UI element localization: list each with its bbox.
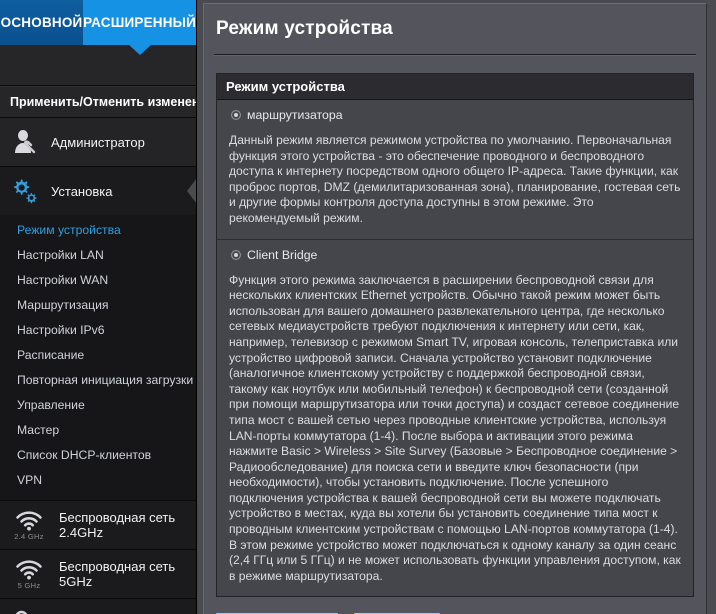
apply-cancel-changes-button[interactable]: Применить/Отменить изменения: 1 xyxy=(0,86,196,118)
wifi-icon: 2.4 GHz xyxy=(9,510,49,541)
sidebar-item-lan-settings-label: Настройки LAN xyxy=(17,247,104,262)
sidebar-item-administrator[interactable]: Администратор xyxy=(0,118,196,166)
tab-basic-label: ОСНОВНОЙ xyxy=(0,15,83,30)
radio-router[interactable]: маршрутизатора xyxy=(229,106,681,124)
mode-router-description: Данный режим является режимом устройства… xyxy=(229,133,681,225)
radio-button-icon[interactable] xyxy=(231,249,241,260)
apply-cancel-changes-label: Применить/Отменить изменения: 1 xyxy=(10,95,196,109)
sidebar-item-schedule-label: Расписание xyxy=(17,347,85,362)
sidebar-item-vpn[interactable]: VPN xyxy=(0,467,196,492)
sidebar-spacer xyxy=(0,45,196,86)
sidebar-item-device-mode-label: Режим устройства xyxy=(17,222,121,237)
sidebar-group-administrator: Администратор xyxy=(0,118,196,167)
panel-header-label: Режим устройства xyxy=(226,79,345,94)
sidebar-item-routing[interactable]: Маршрутизация xyxy=(0,292,196,317)
device-mode-panel: Режим устройства маршрутизатора Данный р… xyxy=(216,73,694,598)
title-divider xyxy=(214,54,696,55)
sidebar-item-ipv6-settings-label: Настройки IPv6 xyxy=(17,322,105,337)
mode-option-router: маршрутизатора Данный режим является реж… xyxy=(217,100,693,240)
wifi-band-label: 5 GHz xyxy=(17,580,41,590)
active-tab-notch-icon xyxy=(127,44,152,55)
radio-client-bridge-label: Client Bridge xyxy=(247,247,318,262)
sidebar-item-setup-label: Установка xyxy=(51,183,113,199)
sidebar-item-reboot-init[interactable]: Повторная инициация загрузки xyxy=(0,367,196,392)
sidebar-item-wireless-24-label: Беспроводная сеть 2.4GHz xyxy=(59,510,176,540)
sidebar-item-wan-settings-label: Настройки WAN xyxy=(17,272,109,287)
sidebar-item-ipv6-settings[interactable]: Настройки IPv6 xyxy=(0,317,196,342)
page-title: Режим устройства xyxy=(216,18,393,39)
sidebar-item-wireless-5-label: Беспроводная сеть 5GHz xyxy=(59,559,176,589)
sidebar-item-administrator-label: Администратор xyxy=(51,134,145,150)
sidebar-item-device-mode[interactable]: Режим устройства xyxy=(0,217,196,242)
content-frame: Режим устройства Режим устройства маршру… xyxy=(203,3,707,614)
sidebar-item-reboot-init-label: Повторная инициация загрузки xyxy=(17,372,194,387)
tab-advanced[interactable]: РАСШИРЕННЫЙ xyxy=(83,0,196,55)
sidebar-item-management[interactable]: Управление xyxy=(0,392,196,417)
sidebar-item-lan-settings[interactable]: Настройки LAN xyxy=(0,242,196,267)
sidebar-submenu-setup: Режим устройства Настройки LAN Настройки… xyxy=(0,215,196,500)
sidebar-item-dhcp-clients[interactable]: Список DHCP-клиентов xyxy=(0,442,196,467)
top-tabs: ОСНОВНОЙ РАСШИРЕННЫЙ xyxy=(0,0,196,55)
panel-header: Режим устройства xyxy=(217,74,693,100)
sidebar-item-wizard-label: Мастер xyxy=(17,422,60,437)
lock-icon: 1 xyxy=(9,606,41,614)
main-content: Режим устройства Режим устройства маршру… xyxy=(197,0,716,614)
sidebar-item-security[interactable]: 1 Безопасность xyxy=(0,599,196,614)
sidebar-item-wan-settings[interactable]: Настройки WAN xyxy=(0,267,196,292)
sidebar-item-vpn-label: VPN xyxy=(17,472,43,487)
gear-icon xyxy=(9,174,41,208)
router-admin-window: ОСНОВНОЙ РАСШИРЕННЫЙ Применить/Отменить … xyxy=(0,0,716,614)
sidebar-item-management-label: Управление xyxy=(17,397,85,412)
active-group-pointer-icon xyxy=(187,178,196,204)
sidebar-item-wireless-5[interactable]: 5 GHz Беспроводная сеть 5GHz xyxy=(0,550,196,598)
sidebar-item-setup[interactable]: Установка xyxy=(0,167,196,215)
tab-advanced-label: РАСШИРЕННЫЙ xyxy=(83,15,196,30)
mode-option-client-bridge: Client Bridge Функция этого режима заклю… xyxy=(217,239,693,597)
sidebar-item-wireless-24[interactable]: 2.4 GHz Беспроводная сеть 2.4GHz xyxy=(0,501,196,549)
radio-client-bridge[interactable]: Client Bridge xyxy=(229,246,681,264)
mode-client-bridge-description: Функция этого режима заключается в расши… xyxy=(229,272,681,583)
sidebar-group-wireless-24: 2.4 GHz Беспроводная сеть 2.4GHz xyxy=(0,501,196,550)
wifi-icon: 5 GHz xyxy=(9,559,49,590)
sidebar-item-schedule[interactable]: Расписание xyxy=(0,342,196,367)
sidebar-group-security: 1 Безопасность xyxy=(0,599,196,614)
sidebar-item-routing-label: Маршрутизация xyxy=(17,297,109,312)
sidebar-group-wireless-5: 5 GHz Беспроводная сеть 5GHz xyxy=(0,550,196,599)
sidebar: ОСНОВНОЙ РАСШИРЕННЫЙ Применить/Отменить … xyxy=(0,0,197,614)
tab-basic[interactable]: ОСНОВНОЙ xyxy=(0,0,84,45)
administrator-icon xyxy=(9,125,41,159)
wifi-band-label: 2.4 GHz xyxy=(14,531,44,541)
sidebar-item-dhcp-clients-label: Список DHCP-клиентов xyxy=(17,447,152,462)
sidebar-group-setup: Установка Режим устройства Настройки LAN… xyxy=(0,167,196,501)
sidebar-item-wizard[interactable]: Мастер xyxy=(0,417,196,442)
radio-router-label: маршрутизатора xyxy=(247,108,343,122)
radio-button-icon[interactable] xyxy=(231,110,241,120)
